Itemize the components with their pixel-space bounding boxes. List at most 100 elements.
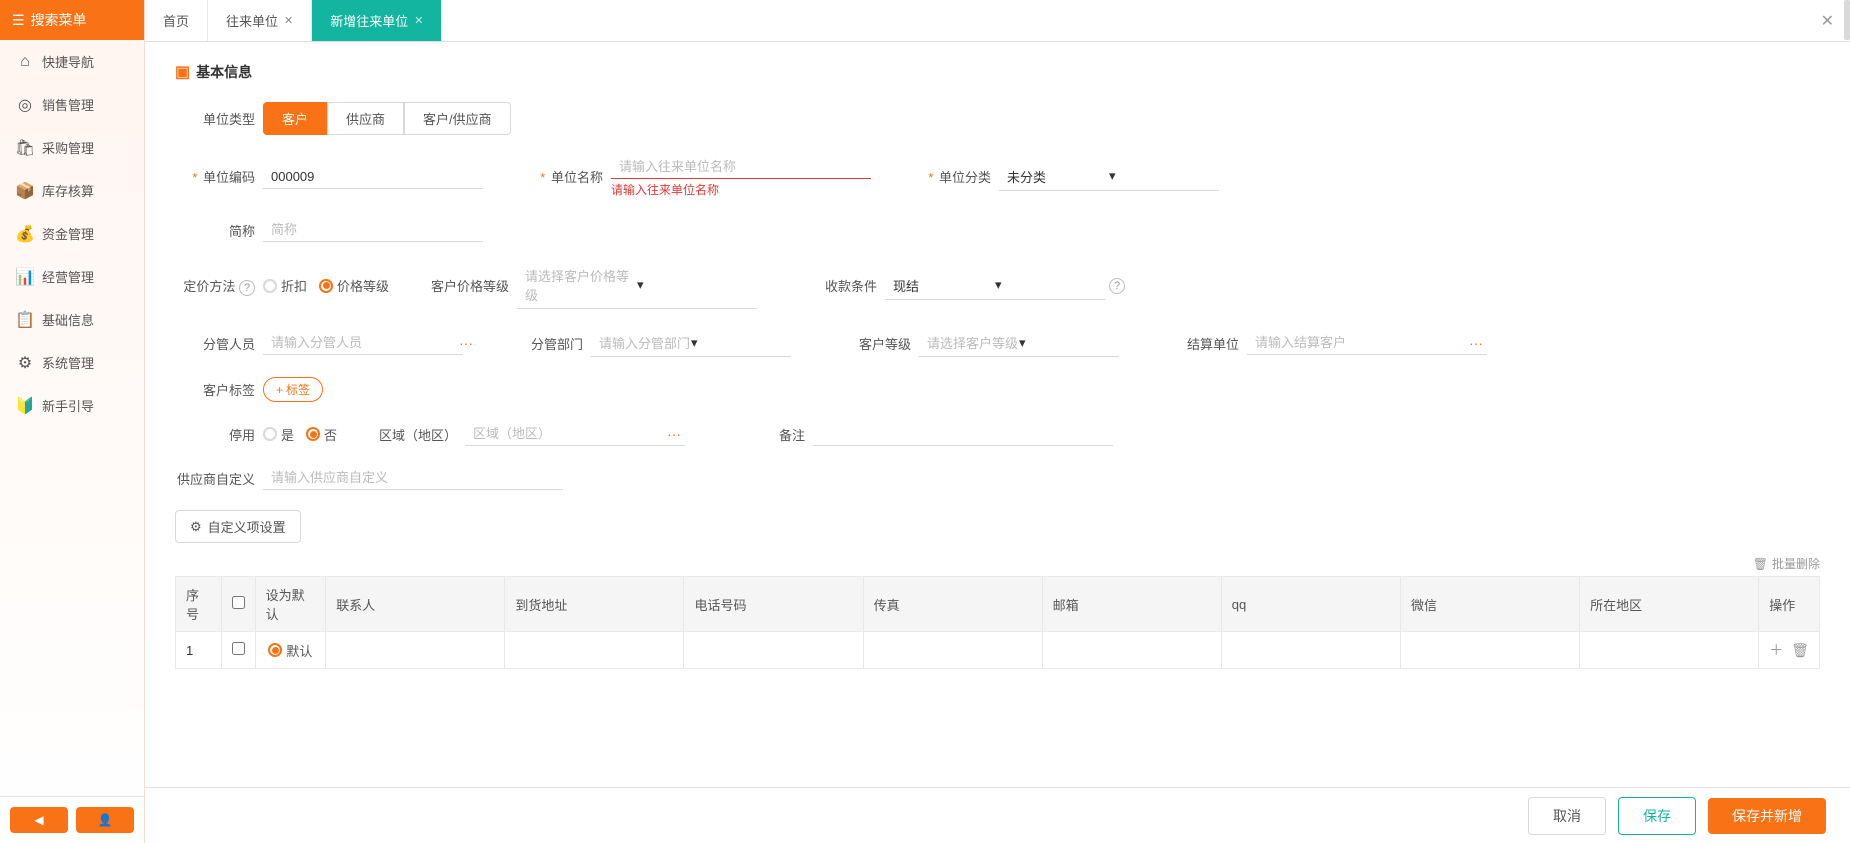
unit-category-value: 未分类 (1007, 167, 1109, 186)
purchase-icon: 🛍 (16, 139, 34, 157)
default-radio-circle (268, 643, 282, 657)
row-checkbox[interactable] (232, 642, 245, 655)
default-radio-label: 默认 (286, 641, 312, 660)
tab-contacts-close[interactable]: ✕ (284, 14, 293, 27)
sidebar-item-quick-nav[interactable]: ⌂ 快捷导航 (0, 40, 144, 83)
customer-price-level-select[interactable]: 请选择客户价格等级 ▾ (517, 262, 757, 309)
unit-name-label-text: 单位名称 (551, 170, 603, 185)
custom-settings-btn[interactable]: ⚙ 自定义项设置 (175, 510, 301, 543)
col-wechat: 微信 (1401, 577, 1580, 632)
short-name-row: 简称 (175, 218, 1820, 242)
yes-radio-circle (263, 427, 277, 441)
unit-category-select[interactable]: 未分类 ▾ (999, 163, 1219, 191)
disabled-yes-radio[interactable]: 是 (263, 425, 294, 444)
payment-terms-select[interactable]: 现结 ▾ (885, 272, 1105, 300)
contact-input[interactable] (336, 643, 494, 658)
select-all-checkbox[interactable] (232, 596, 245, 609)
system-icon: ⚙ (16, 354, 34, 372)
address-input[interactable] (515, 643, 673, 658)
unit-name-field-wrapper: 请输入往来单位名称 (611, 155, 871, 198)
row-region-input[interactable] (1590, 643, 1748, 658)
region-input[interactable] (465, 422, 663, 445)
discount-radio-circle (263, 279, 277, 293)
col-action: 操作 (1759, 577, 1820, 632)
pricing-discount-radio[interactable]: 折扣 (263, 276, 307, 295)
customer-tag-row: 客户标签 + 标签 (175, 377, 1820, 402)
settlement-unit-label: 结算单位 (1159, 334, 1239, 353)
settlement-more-btn[interactable]: ··· (1465, 335, 1487, 351)
remark-input[interactable] (813, 422, 1113, 446)
sales-icon: ◎ (16, 96, 34, 114)
short-name-label: 简称 (175, 221, 255, 240)
row-region (1580, 632, 1759, 669)
manager-more-btn[interactable]: ··· (455, 335, 477, 351)
unit-name-label: * 单位名称 (523, 167, 603, 186)
sidebar-item-basic-info[interactable]: 📋 基础信息 (0, 298, 144, 341)
tab-new-contact[interactable]: 新增往来单位 ✕ (312, 0, 442, 41)
sidebar-item-system[interactable]: ⚙ 系统管理 (0, 341, 144, 384)
supplier-custom-input[interactable] (263, 466, 563, 490)
wechat-input[interactable] (1411, 643, 1569, 658)
tab-new-contact-close[interactable]: ✕ (414, 14, 423, 27)
sidebar-user-btn[interactable]: 👤 (76, 807, 134, 833)
type-btn-both[interactable]: 客户/供应商 (404, 102, 511, 135)
chevron-down-icon-5: ▾ (1019, 335, 1111, 351)
home-icon: ⌂ (16, 53, 34, 71)
no-radio-circle (306, 427, 320, 441)
type-btn-supplier[interactable]: 供应商 (327, 102, 404, 135)
row-checkbox-cell (221, 632, 255, 669)
unit-code-input[interactable] (263, 165, 483, 189)
manager-input[interactable] (263, 331, 455, 354)
unit-type-group: 单位类型 客户 供应商 客户/供应商 (175, 102, 1820, 135)
remark-label: 备注 (725, 425, 805, 444)
cancel-button[interactable]: 取消 (1528, 797, 1606, 835)
unit-type-label: 单位类型 (175, 109, 255, 128)
unit-name-group: * 单位名称 请输入往来单位名称 (523, 155, 871, 198)
phone-input[interactable] (694, 643, 852, 658)
pricing-help-icon[interactable]: ? (239, 280, 255, 296)
save-button[interactable]: 保存 (1618, 797, 1696, 835)
tab-contacts[interactable]: 往来单位 ✕ (208, 0, 312, 41)
yes-radio-label: 是 (281, 425, 294, 444)
required-star: * (192, 170, 197, 185)
unit-code-group: * 单位编码 (175, 165, 483, 189)
tab-home[interactable]: 首页 (145, 0, 208, 41)
sidebar-item-inventory[interactable]: 📦 库存核算 (0, 169, 144, 212)
add-tag-btn[interactable]: + 标签 (263, 377, 323, 402)
required-star-name: * (540, 170, 545, 185)
sidebar-item-sales[interactable]: ◎ 销售管理 (0, 83, 144, 126)
customer-level-select[interactable]: 请选择客户等级 ▾ (919, 329, 1119, 357)
sidebar-item-operations[interactable]: 📊 经营管理 (0, 255, 144, 298)
save-new-button[interactable]: 保存并新增 (1708, 798, 1826, 834)
settlement-unit-input[interactable] (1247, 331, 1465, 354)
department-label: 分管部门 (503, 334, 583, 353)
sidebar-search[interactable]: ☰ 搜索菜单 (0, 0, 144, 40)
sidebar-item-guide[interactable]: 🔰 新手引导 (0, 384, 144, 427)
email-input[interactable] (1053, 643, 1211, 658)
chevron-down-icon: ▾ (1109, 168, 1211, 184)
sidebar-expand-btn[interactable]: ◀ (10, 807, 68, 833)
department-select[interactable]: 请输入分管部门 ▾ (591, 329, 791, 357)
sidebar-item-label: 基础信息 (42, 310, 94, 329)
sidebar-item-finance[interactable]: 💰 资金管理 (0, 212, 144, 255)
default-radio-item[interactable]: 默认 (266, 641, 316, 660)
region-more-btn[interactable]: ··· (663, 426, 685, 442)
fax-input[interactable] (874, 643, 1032, 658)
batch-delete-btn[interactable]: 🗑 批量删除 (175, 555, 1820, 572)
table-row: 1 默认 (176, 632, 1820, 669)
section-title-text: 基本信息 (196, 62, 252, 82)
add-row-btn[interactable]: ＋ (1769, 640, 1783, 660)
type-btn-customer[interactable]: 客户 (263, 102, 327, 135)
delete-row-btn[interactable]: 🗑 (1791, 642, 1809, 659)
pricing-level-radio[interactable]: 价格等级 (319, 276, 389, 295)
disabled-no-radio[interactable]: 否 (306, 425, 337, 444)
sidebar-item-purchase[interactable]: 🛍 采购管理 (0, 126, 144, 169)
contacts-table: 序号 设为默认 联系人 到货地址 电话号码 传真 邮箱 qq 微信 所在地区 操… (175, 576, 1820, 669)
section-basic-info: ▣ 基本信息 (175, 62, 1820, 82)
qq-input[interactable] (1232, 643, 1390, 658)
row-qq (1221, 632, 1400, 669)
unit-name-input[interactable] (611, 155, 871, 179)
short-name-input[interactable] (263, 218, 483, 242)
department-group: 分管部门 请输入分管部门 ▾ (503, 329, 791, 357)
payment-help-icon[interactable]: ? (1109, 278, 1125, 294)
